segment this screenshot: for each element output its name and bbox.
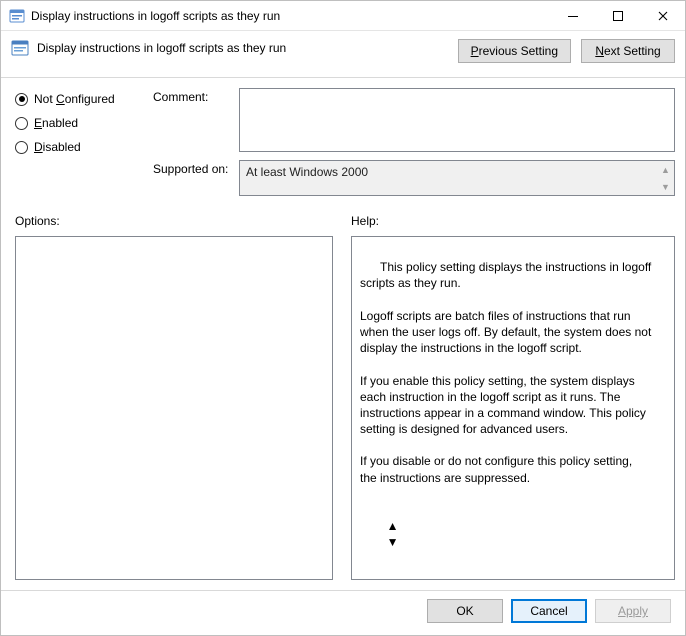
- radio-not-configured[interactable]: Not Configured: [15, 92, 145, 106]
- close-button[interactable]: [640, 1, 685, 30]
- comment-textarea[interactable]: [239, 88, 675, 152]
- supported-on-text: At least Windows 2000: [246, 165, 368, 179]
- radio-glyph-icon: [15, 117, 28, 130]
- cancel-button[interactable]: Cancel: [511, 599, 587, 623]
- scroll-up-icon: ▲: [657, 161, 674, 178]
- help-text: This policy setting displays the instruc…: [360, 260, 655, 484]
- panels-row: This policy setting displays the instruc…: [1, 232, 685, 590]
- help-panel: This policy setting displays the instruc…: [351, 236, 675, 580]
- header-band: Display instructions in logoff scripts a…: [1, 31, 685, 78]
- policy-setting-window: Display instructions in logoff scripts a…: [0, 0, 686, 636]
- apply-button: Apply: [595, 599, 671, 623]
- ok-button[interactable]: OK: [427, 599, 503, 623]
- supported-on-label: Supported on:: [153, 160, 233, 176]
- options-label: Options:: [15, 214, 333, 228]
- policy-icon: [11, 39, 29, 57]
- state-radio-group: Not Configured Enabled Disabled: [15, 88, 145, 196]
- scroll-up-icon[interactable]: ▲: [387, 519, 399, 533]
- minimize-button[interactable]: [550, 1, 595, 30]
- next-setting-button[interactable]: Next Setting: [581, 39, 675, 63]
- options-panel: [15, 236, 333, 580]
- radio-disabled[interactable]: Disabled: [15, 140, 145, 154]
- maximize-button[interactable]: [595, 1, 640, 30]
- scrollbar[interactable]: ▲ ▼: [360, 502, 652, 567]
- previous-setting-button[interactable]: Previous Setting: [458, 39, 571, 63]
- comment-label: Comment:: [153, 88, 233, 104]
- radio-enabled[interactable]: Enabled: [15, 116, 145, 130]
- help-label: Help:: [351, 214, 675, 228]
- window-controls: [550, 1, 685, 30]
- dialog-footer: OK Cancel Apply: [1, 590, 685, 635]
- scroll-down-icon[interactable]: ▼: [387, 535, 399, 549]
- titlebar: Display instructions in logoff scripts a…: [1, 1, 685, 31]
- scroll-down-icon: ▼: [657, 178, 674, 195]
- section-labels: Options: Help:: [1, 200, 685, 232]
- config-row: Not Configured Enabled Disabled Comment:…: [1, 78, 685, 200]
- window-title: Display instructions in logoff scripts a…: [31, 9, 550, 23]
- app-icon: [9, 8, 25, 24]
- supported-on-value: At least Windows 2000 ▲ ▼: [239, 160, 675, 196]
- scrollbar: ▲ ▼: [657, 161, 674, 195]
- policy-title: Display instructions in logoff scripts a…: [37, 39, 450, 55]
- radio-glyph-icon: [15, 93, 28, 106]
- radio-glyph-icon: [15, 141, 28, 154]
